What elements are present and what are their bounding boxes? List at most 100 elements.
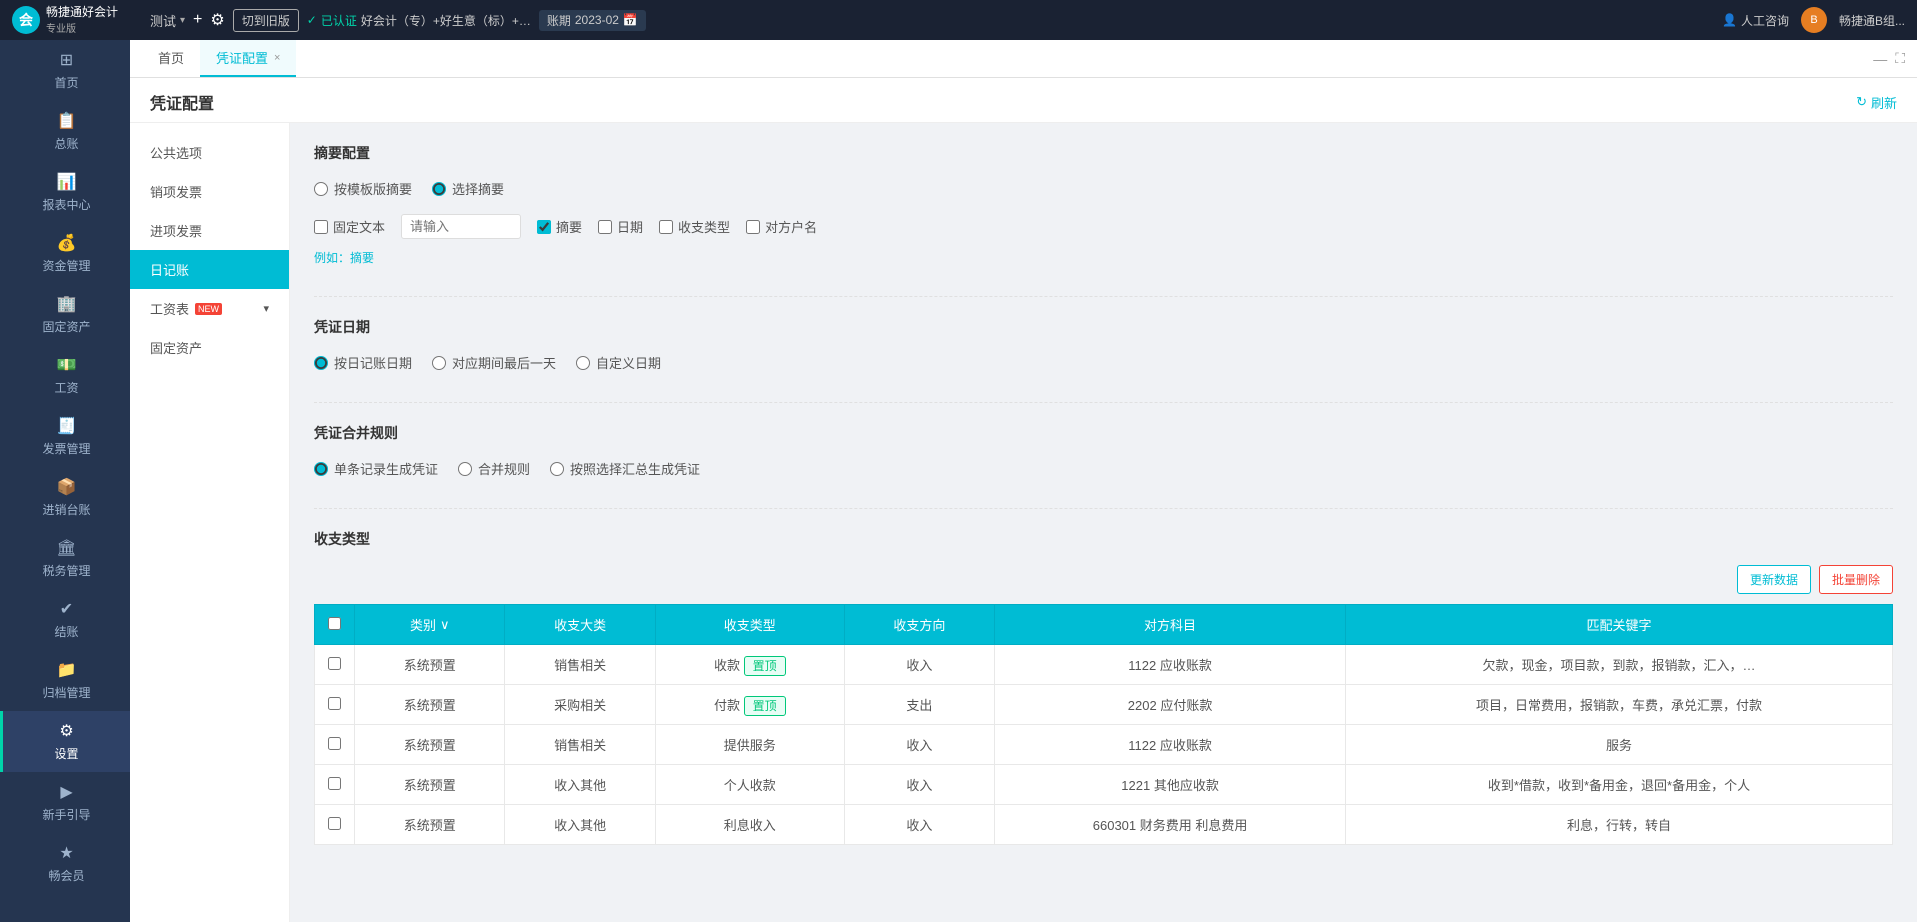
tab-minimize-button[interactable]: — bbox=[1873, 51, 1887, 67]
select-all-checkbox[interactable] bbox=[328, 617, 341, 630]
summary-checkbox-label[interactable]: 摘要 bbox=[537, 217, 582, 236]
sidebar-item-ledger[interactable]: 📋 总账 bbox=[0, 101, 130, 162]
guide-icon: ▶ bbox=[60, 782, 72, 802]
sidebar-item-close[interactable]: ✔ 结账 bbox=[0, 589, 130, 650]
update-data-button[interactable]: 更新数据 bbox=[1737, 565, 1811, 594]
counterparty-checkbox-label[interactable]: 对方户名 bbox=[746, 217, 817, 236]
sidebar-item-invoice[interactable]: 🧾 发票管理 bbox=[0, 406, 130, 467]
th-category-label: 类别 bbox=[410, 615, 436, 634]
date-radio-period[interactable]: 对应期间最后一天 bbox=[432, 353, 556, 372]
merge-radio-single-input[interactable] bbox=[314, 462, 328, 476]
date-radio-journal-input[interactable] bbox=[314, 356, 328, 370]
sub-nav-item-sales-invoice[interactable]: 销项发票 bbox=[130, 172, 289, 211]
fixed-text-label-text: 固定文本 bbox=[333, 217, 385, 236]
summary-radio-select[interactable]: 选择摘要 bbox=[432, 179, 504, 198]
sub-nav-item-purchase-invoice[interactable]: 进项发票 bbox=[130, 211, 289, 250]
sub-nav-item-public[interactable]: 公共选项 bbox=[130, 133, 289, 172]
switch-version-button[interactable]: 切到旧版 bbox=[233, 9, 299, 32]
th-account-label: 对方科目 bbox=[1144, 618, 1196, 633]
sidebar-item-salary[interactable]: 💵 工资 bbox=[0, 345, 130, 406]
fixed-text-label[interactable]: 固定文本 bbox=[314, 217, 385, 236]
row-checkbox-3[interactable] bbox=[328, 737, 341, 750]
help-button[interactable]: 👤 人工咨询 bbox=[1722, 12, 1789, 29]
refresh-button[interactable]: ↻ 刷新 bbox=[1856, 93, 1897, 112]
td-category-1: 系统预置 bbox=[355, 645, 505, 685]
tab-expand-button[interactable]: ⛶ bbox=[1895, 50, 1905, 67]
status-badges: ✓ 已认证 好会计（专）+好生意（标）+… bbox=[307, 12, 531, 29]
sidebar-item-home[interactable]: ⊞ 首页 bbox=[0, 40, 130, 101]
sidebar-item-guide[interactable]: ▶ 新手引导 bbox=[0, 772, 130, 833]
date-checkbox[interactable] bbox=[598, 220, 612, 234]
settings-icon: ⚙ bbox=[59, 721, 73, 741]
td-account-3: 1122 应收账款 bbox=[995, 725, 1346, 765]
certified-badge: ✓ bbox=[307, 13, 317, 27]
sub-nav-item-journal[interactable]: 日记账 bbox=[130, 250, 289, 289]
td-keywords-5: 利息，行转，转自 bbox=[1345, 805, 1892, 845]
date-radio-period-input[interactable] bbox=[432, 356, 446, 370]
merge-radio-merge-input[interactable] bbox=[458, 462, 472, 476]
row-checkbox-4[interactable] bbox=[328, 777, 341, 790]
date-section-title: 凭证日期 bbox=[314, 317, 1893, 337]
dropdown-arrow-icon[interactable]: ▾ bbox=[180, 15, 185, 26]
summary-radio-select-input[interactable] bbox=[432, 182, 446, 196]
sidebar-label-guide: 新手引导 bbox=[42, 806, 90, 823]
sidebar-item-funds[interactable]: 💰 资金管理 bbox=[0, 223, 130, 284]
summary-checkbox[interactable] bbox=[537, 220, 551, 234]
date-radio-custom-label: 自定义日期 bbox=[596, 353, 661, 372]
sidebar-item-settings[interactable]: ⚙ 设置 bbox=[0, 711, 130, 772]
sub-nav-item-fixed-assets[interactable]: 固定资产 bbox=[130, 328, 289, 367]
sidebar-item-archive[interactable]: 📁 归档管理 bbox=[0, 650, 130, 711]
merge-radio-single[interactable]: 单条记录生成凭证 bbox=[314, 459, 438, 478]
row-checkbox-5[interactable] bbox=[328, 817, 341, 830]
summary-radio-template[interactable]: 按模板版摘要 bbox=[314, 179, 412, 198]
summary-section: 摘要配置 按模板版摘要 选择摘要 bbox=[314, 143, 1893, 266]
sidebar-item-reports[interactable]: 📊 报表中心 bbox=[0, 162, 130, 223]
sidebar-label-archive: 归档管理 bbox=[42, 684, 90, 701]
income-type-checkbox-label[interactable]: 收支类型 bbox=[659, 217, 730, 236]
date-radio-custom[interactable]: 自定义日期 bbox=[576, 353, 661, 372]
main-layout: ⊞ 首页 📋 总账 📊 报表中心 💰 资金管理 🏢 固定资产 💵 工资 🧾 发票… bbox=[0, 40, 1917, 922]
home-icon: ⊞ bbox=[60, 50, 73, 70]
merge-radio-summary[interactable]: 按照选择汇总生成凭证 bbox=[550, 459, 700, 478]
sidebar-item-assets[interactable]: 🏢 固定资产 bbox=[0, 284, 130, 345]
td-major-1: 销售相关 bbox=[505, 645, 655, 685]
date-radio-journal[interactable]: 按日记账日期 bbox=[314, 353, 412, 372]
fixed-text-input[interactable] bbox=[401, 214, 521, 239]
merge-radio-merge[interactable]: 合并规则 bbox=[458, 459, 530, 478]
tab-home-label: 首页 bbox=[158, 48, 184, 67]
row-checkbox-1[interactable] bbox=[328, 657, 341, 670]
table-body: 系统预置 销售相关 收款 置顶 收入 1122 应收账款 欠款，现金，项目款，到… bbox=[315, 645, 1893, 845]
income-type-checkbox[interactable] bbox=[659, 220, 673, 234]
sort-icon: ∨ bbox=[440, 617, 450, 633]
sidebar-item-tax[interactable]: 🏛 税务管理 bbox=[0, 528, 130, 589]
summary-radio-template-input[interactable] bbox=[314, 182, 328, 196]
fixed-text-checkbox[interactable] bbox=[314, 220, 328, 234]
table-row: 系统预置 销售相关 收款 置顶 收入 1122 应收账款 欠款，现金，项目款，到… bbox=[315, 645, 1893, 685]
merge-radio-summary-input[interactable] bbox=[550, 462, 564, 476]
tab-voucher-config[interactable]: 凭证配置 × bbox=[200, 40, 296, 77]
date-radio-custom-input[interactable] bbox=[576, 356, 590, 370]
period-badge[interactable]: 账期 2023-02 📅 bbox=[539, 10, 646, 31]
td-account-5: 660301 财务费用 利息费用 bbox=[995, 805, 1346, 845]
top-badge-1[interactable]: 置顶 bbox=[744, 656, 786, 676]
th-direction: 收支方向 bbox=[844, 605, 994, 645]
sub-nav-item-payroll[interactable]: 工资表 NEW ▾ bbox=[130, 289, 289, 328]
add-button[interactable]: + bbox=[193, 11, 202, 29]
date-checkbox-label[interactable]: 日期 bbox=[598, 217, 643, 236]
settings-icon-btn[interactable]: ⚙ bbox=[210, 10, 224, 30]
sidebar-item-purchasesale[interactable]: 📦 进销台账 bbox=[0, 467, 130, 528]
top-badge-2[interactable]: 置顶 bbox=[744, 696, 786, 716]
th-major-label: 收支大类 bbox=[554, 618, 606, 633]
sidebar-label-tax: 税务管理 bbox=[42, 562, 90, 579]
payroll-expand-icon[interactable]: ▾ bbox=[263, 302, 269, 315]
user-avatar[interactable]: B bbox=[1801, 7, 1827, 33]
counterparty-checkbox[interactable] bbox=[746, 220, 760, 234]
row-checkbox-2[interactable] bbox=[328, 697, 341, 710]
divider-1 bbox=[314, 296, 1893, 297]
tab-close-icon[interactable]: × bbox=[274, 52, 280, 64]
batch-delete-button[interactable]: 批量删除 bbox=[1819, 565, 1893, 594]
summary-radio-select-label: 选择摘要 bbox=[452, 179, 504, 198]
merge-radio-merge-label: 合并规则 bbox=[478, 459, 530, 478]
sidebar-item-member[interactable]: ★ 畅会员 bbox=[0, 833, 130, 894]
tab-home[interactable]: 首页 bbox=[142, 40, 200, 77]
